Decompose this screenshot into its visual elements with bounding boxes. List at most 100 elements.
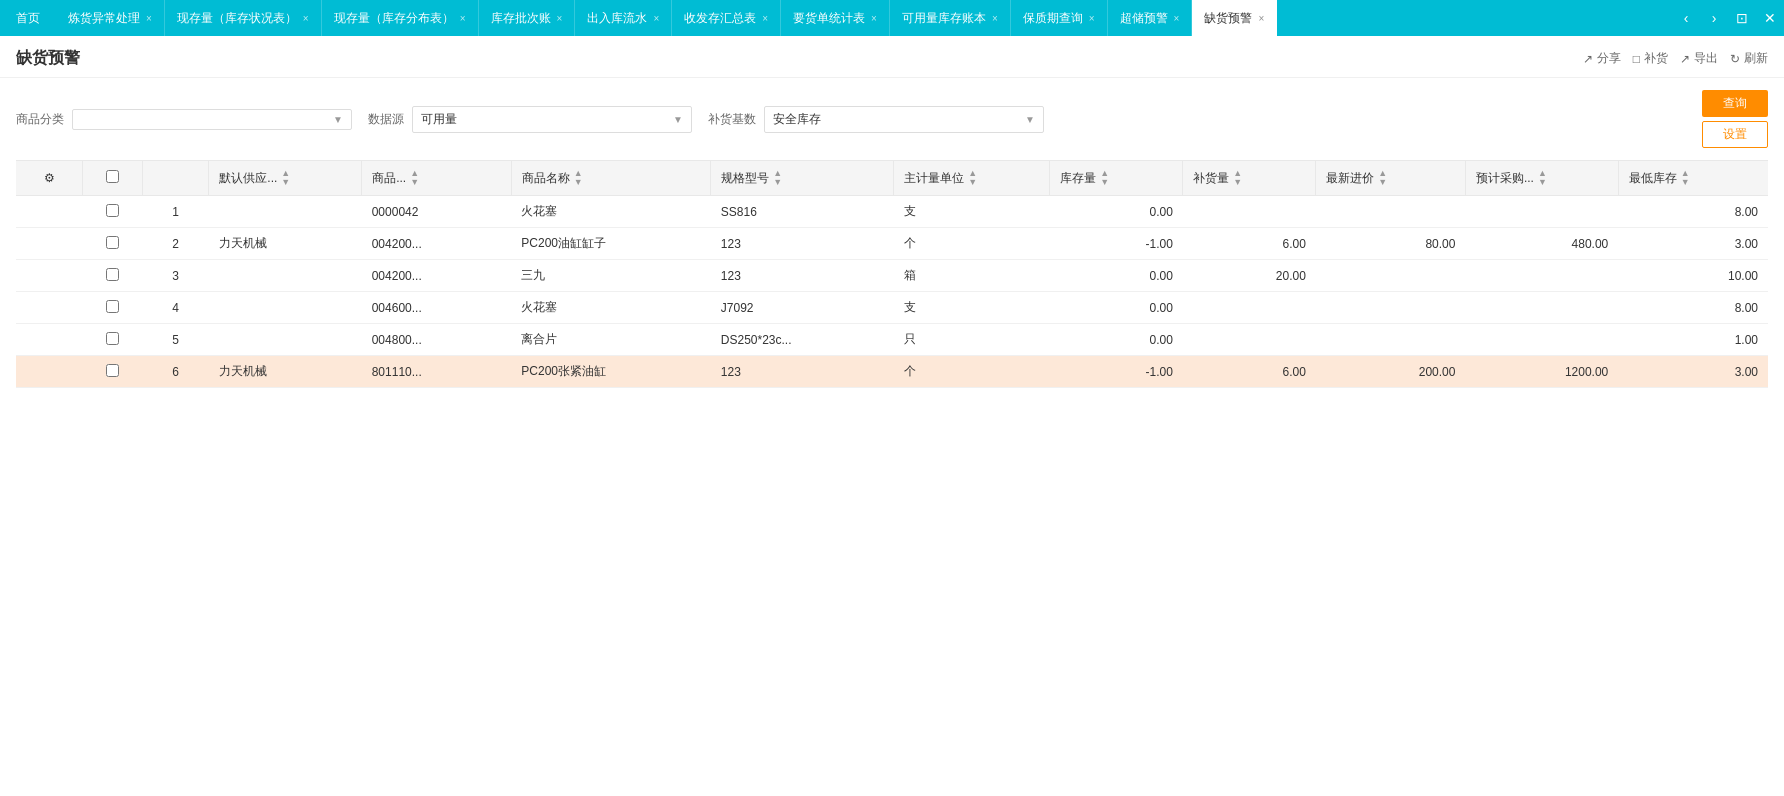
row-checkbox[interactable] xyxy=(106,204,119,217)
close-icon[interactable]: × xyxy=(1174,13,1180,24)
settings-button[interactable]: 设置 xyxy=(1702,121,1768,148)
filter-actions: 查询 设置 xyxy=(1702,90,1768,148)
row-stock: 0.00 xyxy=(1050,324,1183,356)
row-checkbox[interactable] xyxy=(106,268,119,281)
tab-baozhi[interactable]: 保质期查询 × xyxy=(1011,0,1108,36)
close-icon[interactable]: × xyxy=(871,13,877,24)
table-row[interactable]: 5 004800... 离合片 DS250*23c... 只 0.00 1.00 xyxy=(16,324,1768,356)
row-latest-price xyxy=(1316,292,1466,324)
close-icon[interactable]: × xyxy=(460,13,466,24)
tab-kucun-pici[interactable]: 库存批次账 × xyxy=(479,0,576,36)
table-row[interactable]: 1 0000042 火花塞 SS816 支 0.00 8.00 xyxy=(16,196,1768,228)
tab-lianghuo[interactable]: 炼货异常处理 × xyxy=(56,0,165,36)
column-header-minstock[interactable]: 最低库存 ▲▼ xyxy=(1618,161,1768,196)
column-header-code[interactable]: 商品... ▲▼ xyxy=(362,161,512,196)
tab-label: 现存量（库存状况表） xyxy=(177,10,297,27)
export-button[interactable]: ↗ 导出 xyxy=(1680,50,1718,67)
purchase-col-label: 预计采购... xyxy=(1476,170,1534,187)
column-header-unit[interactable]: 主计量单位 ▲▼ xyxy=(894,161,1050,196)
row-latest-price xyxy=(1316,196,1466,228)
row-settings xyxy=(16,260,83,292)
tab-quehuo[interactable]: 缺货预警 × xyxy=(1192,0,1277,36)
table-row[interactable]: 4 004600... 火花塞 J7092 支 0.00 8.00 xyxy=(16,292,1768,324)
replenish-label: 补货 xyxy=(1644,50,1668,67)
row-checkbox-cell[interactable] xyxy=(83,292,143,324)
row-checkbox-cell[interactable] xyxy=(83,356,143,388)
row-checkbox[interactable] xyxy=(106,236,119,249)
row-unit: 个 xyxy=(894,228,1050,260)
gear-icon[interactable]: ⚙ xyxy=(44,171,55,185)
tab-churuku[interactable]: 出入库流水 × xyxy=(575,0,672,36)
row-supplier xyxy=(209,260,362,292)
table-row[interactable]: 3 004200... 三九 123 箱 0.00 20.00 10.00 xyxy=(16,260,1768,292)
row-checkbox[interactable] xyxy=(106,364,119,377)
column-header-replenish[interactable]: 补货量 ▲▼ xyxy=(1183,161,1316,196)
table-row[interactable]: 6 力天机械 801110... PC200张紧油缸 123 个 -1.00 6… xyxy=(16,356,1768,388)
refresh-button[interactable]: ↻ 刷新 xyxy=(1730,50,1768,67)
row-unit: 个 xyxy=(894,356,1050,388)
close-window-button[interactable]: ✕ xyxy=(1756,0,1784,36)
close-icon[interactable]: × xyxy=(146,13,152,24)
home-tab[interactable]: 首页 xyxy=(0,0,56,36)
row-name: 离合片 xyxy=(511,324,711,356)
row-num: 3 xyxy=(142,260,209,292)
restore-window-button[interactable]: ⊡ xyxy=(1728,0,1756,36)
datasource-select[interactable]: 可用量 ▼ xyxy=(412,106,692,133)
column-header-stock[interactable]: 库存量 ▲▼ xyxy=(1050,161,1183,196)
close-icon[interactable]: × xyxy=(1258,13,1264,24)
replenish-select[interactable]: 安全库存 ▼ xyxy=(764,106,1044,133)
query-button[interactable]: 查询 xyxy=(1702,90,1768,117)
close-icon[interactable]: × xyxy=(653,13,659,24)
spec-col-label: 规格型号 xyxy=(721,170,769,187)
row-unit: 支 xyxy=(894,292,1050,324)
table-header-row: ⚙ 默认供应... ▲▼ 商品... xyxy=(16,161,1768,196)
row-checkbox[interactable] xyxy=(106,332,119,345)
column-header-purchase[interactable]: 预计采购... ▲▼ xyxy=(1465,161,1618,196)
select-all-checkbox[interactable] xyxy=(106,170,119,183)
tab-chaochuyujing[interactable]: 超储预警 × xyxy=(1108,0,1193,36)
row-checkbox-cell[interactable] xyxy=(83,324,143,356)
row-name: 三九 xyxy=(511,260,711,292)
row-replenish xyxy=(1183,196,1316,228)
row-checkbox[interactable] xyxy=(106,300,119,313)
row-latest-price: 200.00 xyxy=(1316,356,1466,388)
replenish-label: 补货基数 xyxy=(708,111,756,128)
table-row[interactable]: 2 力天机械 004200... PC200油缸缸子 123 个 -1.00 6… xyxy=(16,228,1768,260)
close-icon[interactable]: × xyxy=(303,13,309,24)
tab-keyongliang[interactable]: 可用量库存账本 × xyxy=(890,0,1011,36)
replenish-button[interactable]: □ 补货 xyxy=(1633,50,1668,67)
row-replenish: 6.00 xyxy=(1183,356,1316,388)
next-tab-button[interactable]: › xyxy=(1700,0,1728,36)
page-title: 缺货预警 xyxy=(16,48,80,69)
row-code: 004200... xyxy=(362,260,512,292)
chevron-down-icon: ▼ xyxy=(333,114,343,125)
tab-label: 可用量库存账本 xyxy=(902,10,986,27)
tab-shoufacun[interactable]: 收发存汇总表 × xyxy=(672,0,781,36)
prev-tab-button[interactable]: ‹ xyxy=(1672,0,1700,36)
tab-xiancunliang2[interactable]: 现存量（库存分布表） × xyxy=(322,0,479,36)
close-icon[interactable]: × xyxy=(1089,13,1095,24)
row-checkbox-cell[interactable] xyxy=(83,196,143,228)
row-checkbox-cell[interactable] xyxy=(83,228,143,260)
row-supplier xyxy=(209,324,362,356)
column-header-price[interactable]: 最新进价 ▲▼ xyxy=(1316,161,1466,196)
close-icon[interactable]: × xyxy=(992,13,998,24)
column-header-check[interactable] xyxy=(83,161,143,196)
share-button[interactable]: ↗ 分享 xyxy=(1583,50,1621,67)
row-name: PC200张紧油缸 xyxy=(511,356,711,388)
row-supplier: 力天机械 xyxy=(209,356,362,388)
category-select[interactable]: ▼ xyxy=(72,109,352,130)
tab-yaohuo[interactable]: 要货单统计表 × xyxy=(781,0,890,36)
tab-xiancunliang1[interactable]: 现存量（库存状况表） × xyxy=(165,0,322,36)
column-header-supplier[interactable]: 默认供应... ▲▼ xyxy=(209,161,362,196)
row-min-stock: 3.00 xyxy=(1618,356,1768,388)
close-icon[interactable]: × xyxy=(762,13,768,24)
column-header-settings[interactable]: ⚙ xyxy=(16,161,83,196)
row-checkbox-cell[interactable] xyxy=(83,260,143,292)
row-name: 火花塞 xyxy=(511,292,711,324)
column-header-name[interactable]: 商品名称 ▲▼ xyxy=(511,161,711,196)
close-icon[interactable]: × xyxy=(557,13,563,24)
share-label: 分享 xyxy=(1597,50,1621,67)
column-header-num xyxy=(142,161,209,196)
column-header-spec[interactable]: 规格型号 ▲▼ xyxy=(711,161,894,196)
